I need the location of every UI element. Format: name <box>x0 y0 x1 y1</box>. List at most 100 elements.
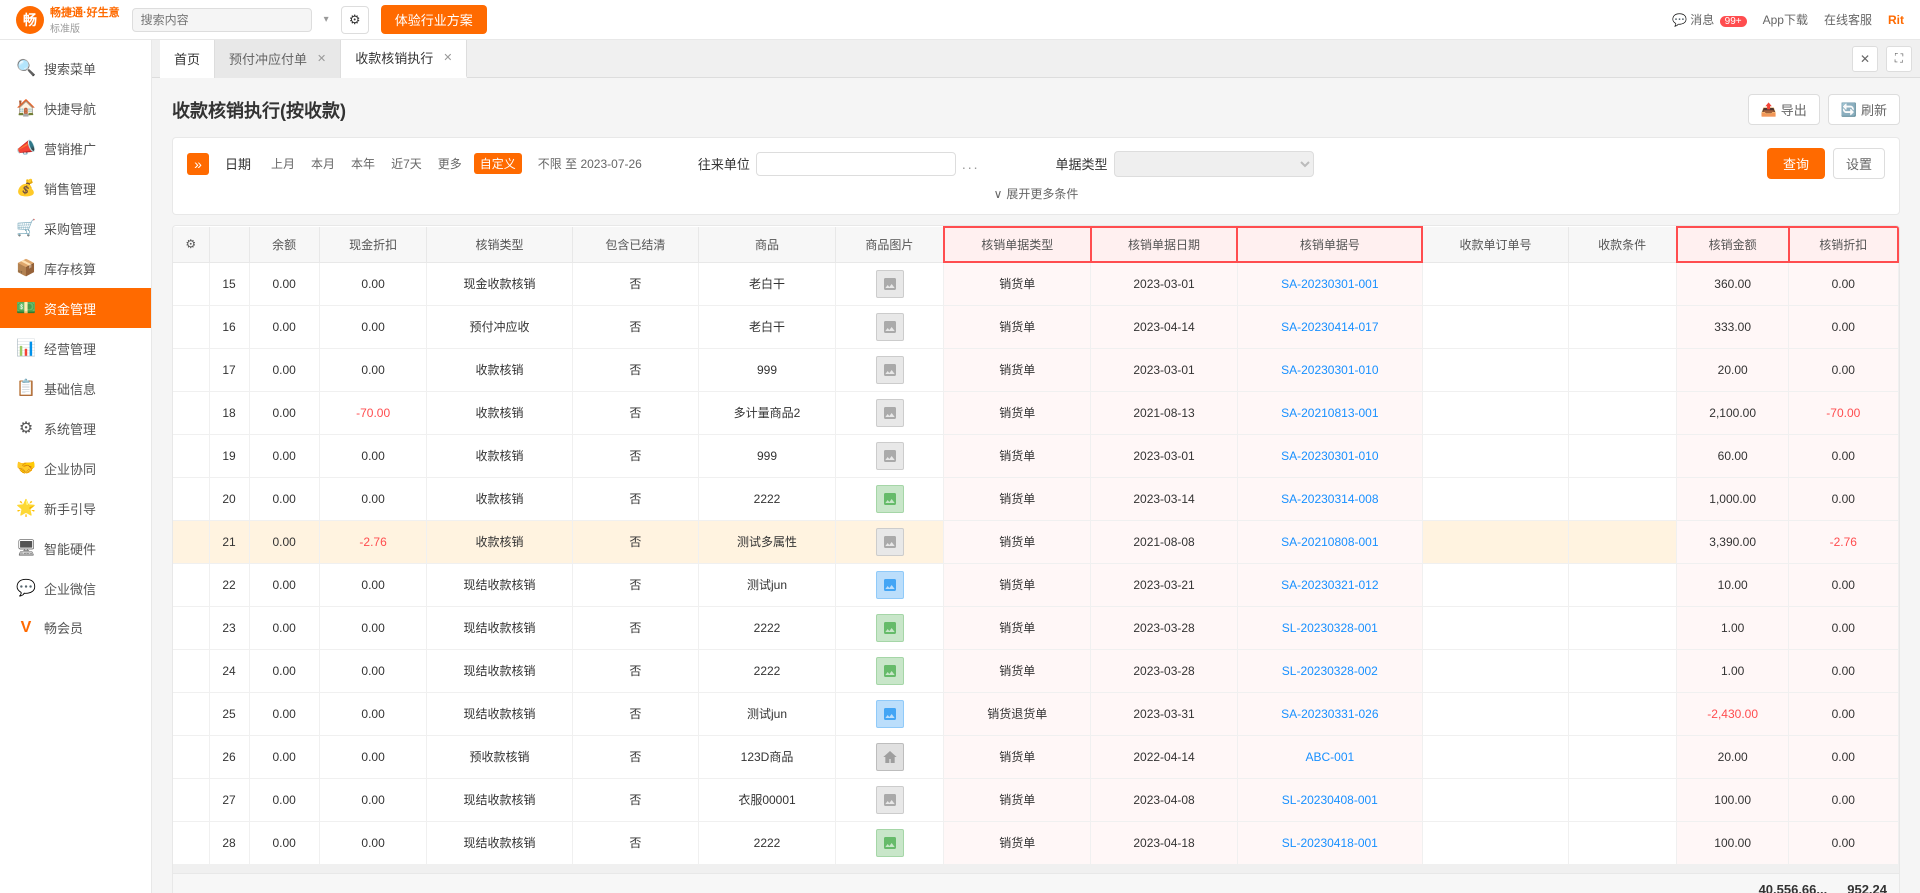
industry-plan-btn[interactable]: 体验行业方案 <box>381 5 487 34</box>
sidebar-label-wechat: 企业微信 <box>44 579 96 598</box>
td-product-img <box>835 778 944 821</box>
td-cancel-bill-no[interactable]: SL-20230408-001 <box>1237 778 1422 821</box>
td-cancel-bill-no[interactable]: SA-20230414-017 <box>1237 305 1422 348</box>
wechat-icon: 💬 <box>16 578 36 598</box>
td-product-img <box>835 477 944 520</box>
sidebar-item-member[interactable]: V 畅会员 <box>0 608 151 647</box>
sidebar-item-purchase[interactable]: 🛒 采购管理 <box>0 208 151 248</box>
online-service-btn[interactable]: 在线客服 <box>1824 11 1872 28</box>
from-unit-input[interactable] <box>756 152 956 176</box>
sidebar-item-basic[interactable]: 📋 基础信息 <box>0 368 151 408</box>
table-row[interactable]: 200.000.00收款核销否2222销货单2023-03-14SA-20230… <box>173 477 1898 520</box>
td-cancel-amount: 60.00 <box>1677 434 1789 477</box>
message-btn[interactable]: 💬 消息 99+ <box>1672 11 1747 28</box>
search-dropdown-arrow[interactable]: ▾ <box>324 14 329 25</box>
sidebar-item-wechat[interactable]: 💬 企业微信 <box>0 568 151 608</box>
sidebar-item-guide[interactable]: 🌟 新手引导 <box>0 488 151 528</box>
td-cancel-discount: 0.00 <box>1789 649 1898 692</box>
sidebar-item-sales[interactable]: 💰 销售管理 <box>0 168 151 208</box>
page-header: 收款核销执行(按收款) 📤 导出 🔄 刷新 <box>172 94 1900 125</box>
sidebar-item-finance[interactable]: 💵 资金管理 <box>0 288 151 328</box>
th-product-img: 商品图片 <box>835 227 944 262</box>
sidebar-item-operations[interactable]: 📊 经营管理 <box>0 328 151 368</box>
table-row[interactable]: 240.000.00现结收款核销否2222销货单2023-03-28SL-202… <box>173 649 1898 692</box>
user-name[interactable]: Rit <box>1888 13 1904 27</box>
tab-prepay-close[interactable]: ✕ <box>317 52 326 65</box>
date-range-text: 不限 至 2023-07-26 <box>538 155 642 172</box>
filter-settings-btn[interactable]: 设置 <box>1833 148 1885 179</box>
sidebar-item-enterprise[interactable]: 🤝 企业协同 <box>0 448 151 488</box>
tab-home[interactable]: 首页 <box>160 40 215 78</box>
td-cancel-bill-no[interactable]: SL-20230328-002 <box>1237 649 1422 692</box>
date-option-this-year[interactable]: 本年 <box>347 153 379 174</box>
td-cancel-bill-no[interactable]: SA-20230321-012 <box>1237 563 1422 606</box>
td-rownum: 28 <box>209 821 249 864</box>
top-search-input[interactable] <box>132 8 312 32</box>
app-download-btn[interactable]: App下载 <box>1763 11 1808 28</box>
th-settings[interactable]: ⚙ <box>173 227 209 262</box>
td-cancel-bill-no[interactable]: ABC-001 <box>1237 735 1422 778</box>
horizontal-scrollbar[interactable] <box>173 865 1899 873</box>
tab-close-btn[interactable]: ✕ <box>1852 46 1878 72</box>
sidebar-item-marketing[interactable]: 📣 营销推广 <box>0 128 151 168</box>
sidebar-item-quicknav[interactable]: 🏠 快捷导航 <box>0 88 151 128</box>
tab-receipt-cancel-close[interactable]: ✕ <box>443 51 452 64</box>
table-row[interactable]: 160.000.00预付冲应收否老白干销货单2023-04-14SA-20230… <box>173 305 1898 348</box>
sidebar-item-system[interactable]: ⚙ 系统管理 <box>0 408 151 448</box>
td-product-img <box>835 606 944 649</box>
export-btn[interactable]: 📤 导出 <box>1748 94 1820 125</box>
td-cancel-bill-no[interactable]: SA-20230301-001 <box>1237 262 1422 305</box>
tab-receipt-cancel[interactable]: 收款核销执行 ✕ <box>341 40 467 78</box>
td-cancel-bill-type: 销货单 <box>944 778 1091 821</box>
td-cancel-bill-no[interactable]: SA-20210813-001 <box>1237 391 1422 434</box>
sidebar-label-search: 搜索菜单 <box>44 59 96 78</box>
expand-filter-btn[interactable]: » <box>187 153 209 175</box>
sidebar-item-inventory[interactable]: 📦 库存核算 <box>0 248 151 288</box>
table-row[interactable]: 150.000.00现金收款核销否老白干销货单2023-03-01SA-2023… <box>173 262 1898 305</box>
td-cancel-bill-no[interactable]: SA-20230301-010 <box>1237 348 1422 391</box>
td-receipt-order-no <box>1422 563 1568 606</box>
date-option-more[interactable]: 更多 <box>434 153 466 174</box>
table-row[interactable]: 210.00-2.76收款核销否测试多属性销货单2021-08-08SA-202… <box>173 520 1898 563</box>
sidebar-item-search[interactable]: 🔍 搜索菜单 <box>0 48 151 88</box>
td-product: 2222 <box>699 821 836 864</box>
td-product: 测试多属性 <box>699 520 836 563</box>
table-row[interactable]: 270.000.00现结收款核销否衣服00001销货单2023-04-08SL-… <box>173 778 1898 821</box>
table-row[interactable]: 230.000.00现结收款核销否2222销货单2023-03-28SL-202… <box>173 606 1898 649</box>
table-row[interactable]: 250.000.00现结收款核销否测试jun销货退货单2023-03-31SA-… <box>173 692 1898 735</box>
expand-more-btn[interactable]: ∨ 展开更多条件 <box>187 179 1885 204</box>
td-cancel-bill-no[interactable]: SA-20230314-008 <box>1237 477 1422 520</box>
td-cancel-bill-no[interactable]: SA-20210808-001 <box>1237 520 1422 563</box>
tab-prepay[interactable]: 预付冲应付单 ✕ <box>215 40 341 78</box>
member-icon: V <box>16 619 36 637</box>
th-cancel-bill-type: 核销单据类型 <box>944 227 1091 262</box>
tab-maximize-btn[interactable]: ⛶ <box>1886 46 1912 72</box>
td-cancel-bill-date: 2023-04-18 <box>1091 821 1238 864</box>
date-option-last-month[interactable]: 上月 <box>267 153 299 174</box>
td-cancel-bill-no[interactable]: SL-20230418-001 <box>1237 821 1422 864</box>
td-cancel-bill-type: 销货单 <box>944 649 1091 692</box>
date-option-this-month[interactable]: 本月 <box>307 153 339 174</box>
td-cancel-bill-type: 销货退货单 <box>944 692 1091 735</box>
query-btn[interactable]: 查询 <box>1767 148 1825 179</box>
table-row[interactable]: 220.000.00现结收款核销否测试jun销货单2023-03-21SA-20… <box>173 563 1898 606</box>
logo-icon: 畅 <box>16 6 44 34</box>
table-row[interactable]: 280.000.00现结收款核销否2222销货单2023-04-18SL-202… <box>173 821 1898 864</box>
refresh-btn[interactable]: 🔄 刷新 <box>1828 94 1900 125</box>
table-row[interactable]: 190.000.00收款核销否999销货单2023-03-01SA-202303… <box>173 434 1898 477</box>
table-row[interactable]: 170.000.00收款核销否999销货单2023-03-01SA-202303… <box>173 348 1898 391</box>
td-cancel-bill-no[interactable]: SL-20230328-001 <box>1237 606 1422 649</box>
table-row[interactable]: 260.000.00预收款核销否123D商品销货单2022-04-14ABC-0… <box>173 735 1898 778</box>
td-balance: 0.00 <box>249 391 319 434</box>
settings-gear-btn[interactable]: ⚙ <box>341 6 369 34</box>
td-cancel-bill-no[interactable]: SA-20230331-026 <box>1237 692 1422 735</box>
date-custom-btn[interactable]: 自定义 <box>474 153 522 174</box>
date-option-7days[interactable]: 近7天 <box>387 153 426 174</box>
td-cancel-bill-no[interactable]: SA-20230301-010 <box>1237 434 1422 477</box>
sidebar-label-marketing: 营销推广 <box>44 139 96 158</box>
bill-type-select[interactable] <box>1114 151 1314 177</box>
sidebar-item-hardware[interactable]: 🖥 智能硬件 <box>0 528 151 568</box>
table-row[interactable]: 180.00-70.00收款核销否多计量商品2销货单2021-08-13SA-2… <box>173 391 1898 434</box>
td-cancel-bill-date: 2022-04-14 <box>1091 735 1238 778</box>
td-balance: 0.00 <box>249 692 319 735</box>
